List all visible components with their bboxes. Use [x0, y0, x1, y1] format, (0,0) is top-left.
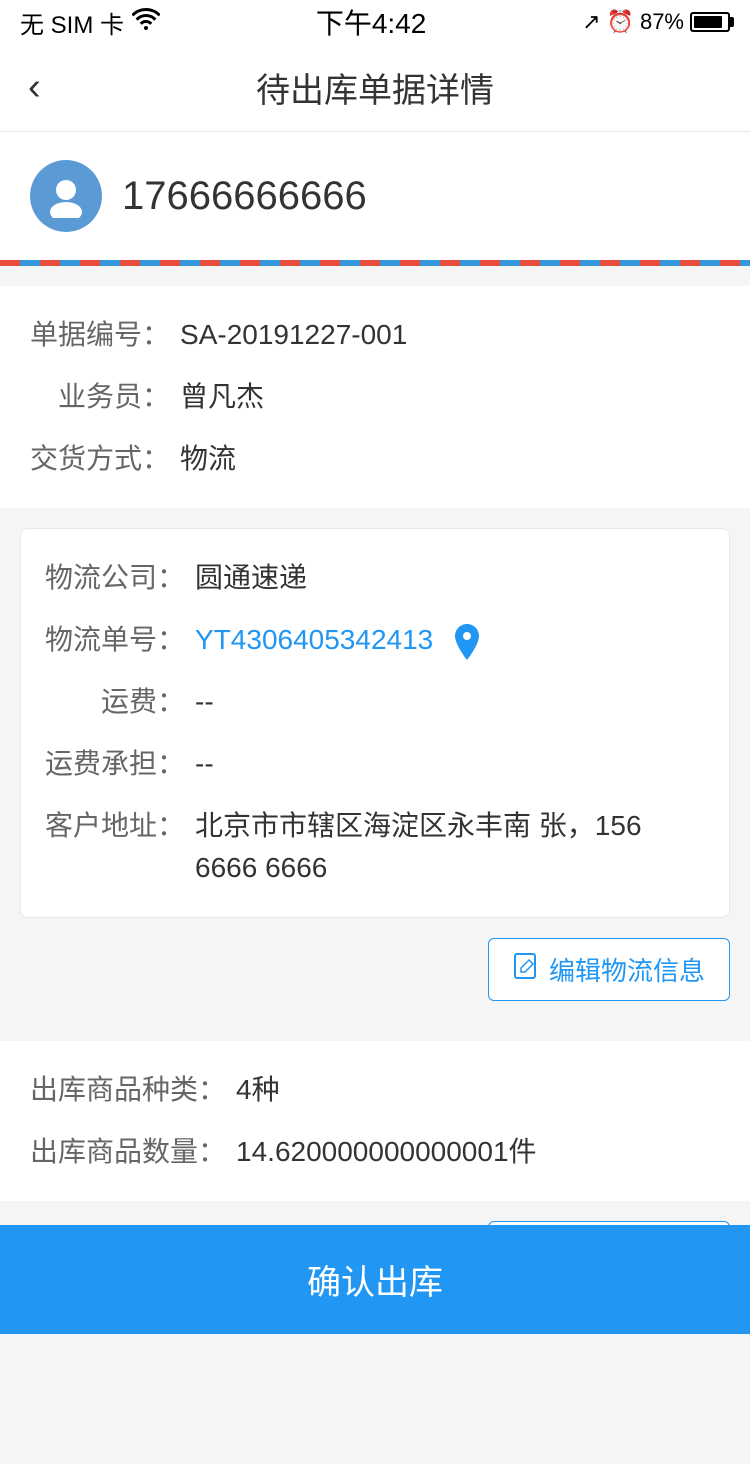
alarm-icon: ⏰	[607, 9, 634, 35]
freight-label: 运费：	[45, 681, 185, 723]
battery-percent: 87%	[640, 9, 684, 35]
quantity-value: 14.620000000000001件	[226, 1131, 720, 1173]
edit-logistics-label: 编辑物流信息	[549, 951, 705, 988]
delivery-value: 物流	[170, 438, 720, 480]
page-title: 待出库单据详情	[256, 63, 494, 112]
status-bar-time: 下午4:42	[316, 2, 427, 42]
customer-header: 17666666666	[0, 132, 750, 260]
carrier-label: 无 SIM 卡	[20, 5, 124, 40]
company-row: 物流公司： 圆通速递	[45, 557, 705, 599]
customer-phone: 17666666666	[122, 174, 367, 219]
order-info-section: 单据编号： SA-20191227-001 业务员： 曾凡杰 交货方式： 物流	[0, 286, 750, 508]
status-bar-left: 无 SIM 卡	[20, 5, 160, 40]
edit-logistics-button[interactable]: 编辑物流信息	[488, 938, 730, 1001]
order-no-label: 单据编号：	[30, 314, 170, 356]
freight-bear-row: 运费承担： --	[45, 743, 705, 785]
freight-bear-value: --	[185, 743, 705, 785]
freight-row: 运费： --	[45, 681, 705, 723]
order-no-value: SA-20191227-001	[170, 314, 720, 356]
freight-value: --	[185, 681, 705, 723]
tracking-location-icon[interactable]	[451, 624, 487, 660]
delivery-row: 交货方式： 物流	[30, 438, 720, 480]
address-value: 北京市市辖区海淀区永丰南 张，156 6666 6666	[185, 805, 705, 889]
quantity-label: 出库商品数量：	[30, 1131, 226, 1173]
quantity-row: 出库商品数量： 14.620000000000001件	[30, 1131, 720, 1173]
wifi-icon	[132, 8, 160, 37]
tracking-label: 物流单号：	[45, 619, 185, 661]
types-label: 出库商品种类：	[30, 1069, 226, 1111]
order-no-row: 单据编号： SA-20191227-001	[30, 314, 720, 356]
tracking-row: 物流单号： YT4306405342413	[45, 619, 705, 661]
confirm-btn-container: 确认出库	[0, 1225, 750, 1334]
status-bar: 无 SIM 卡 下午4:42 ↗ ⏰ 87%	[0, 0, 750, 44]
avatar	[30, 160, 102, 232]
types-value: 4种	[226, 1069, 720, 1111]
status-bar-right: ↗ ⏰ 87%	[582, 9, 730, 35]
section-gap-1	[0, 1001, 750, 1021]
edit-btn-row: 编辑物流信息	[0, 918, 750, 1001]
company-label: 物流公司：	[45, 557, 185, 599]
salesman-row: 业务员： 曾凡杰	[30, 376, 720, 418]
address-row: 客户地址： 北京市市辖区海淀区永丰南 张，156 6666 6666	[45, 805, 705, 889]
company-value: 圆通速递	[185, 557, 705, 599]
freight-bear-label: 运费承担：	[45, 743, 185, 785]
back-button[interactable]: ‹	[28, 66, 41, 109]
dashed-divider	[0, 260, 750, 266]
edit-icon	[513, 952, 541, 987]
stats-section: 出库商品种类： 4种 出库商品数量： 14.620000000000001件	[0, 1041, 750, 1201]
logistics-section: 物流公司： 圆通速递 物流单号： YT4306405342413 运费： -- …	[20, 528, 730, 918]
location-status-icon: ↗	[582, 9, 600, 35]
address-label: 客户地址：	[45, 805, 185, 847]
salesman-value: 曾凡杰	[170, 376, 720, 418]
delivery-label: 交货方式：	[30, 438, 170, 480]
types-row: 出库商品种类： 4种	[30, 1069, 720, 1111]
confirm-outbound-button[interactable]: 确认出库	[0, 1255, 750, 1304]
battery-icon	[690, 12, 730, 32]
nav-bar: ‹ 待出库单据详情	[0, 44, 750, 132]
salesman-label: 业务员：	[30, 376, 170, 418]
tracking-value: YT4306405342413	[185, 619, 705, 661]
